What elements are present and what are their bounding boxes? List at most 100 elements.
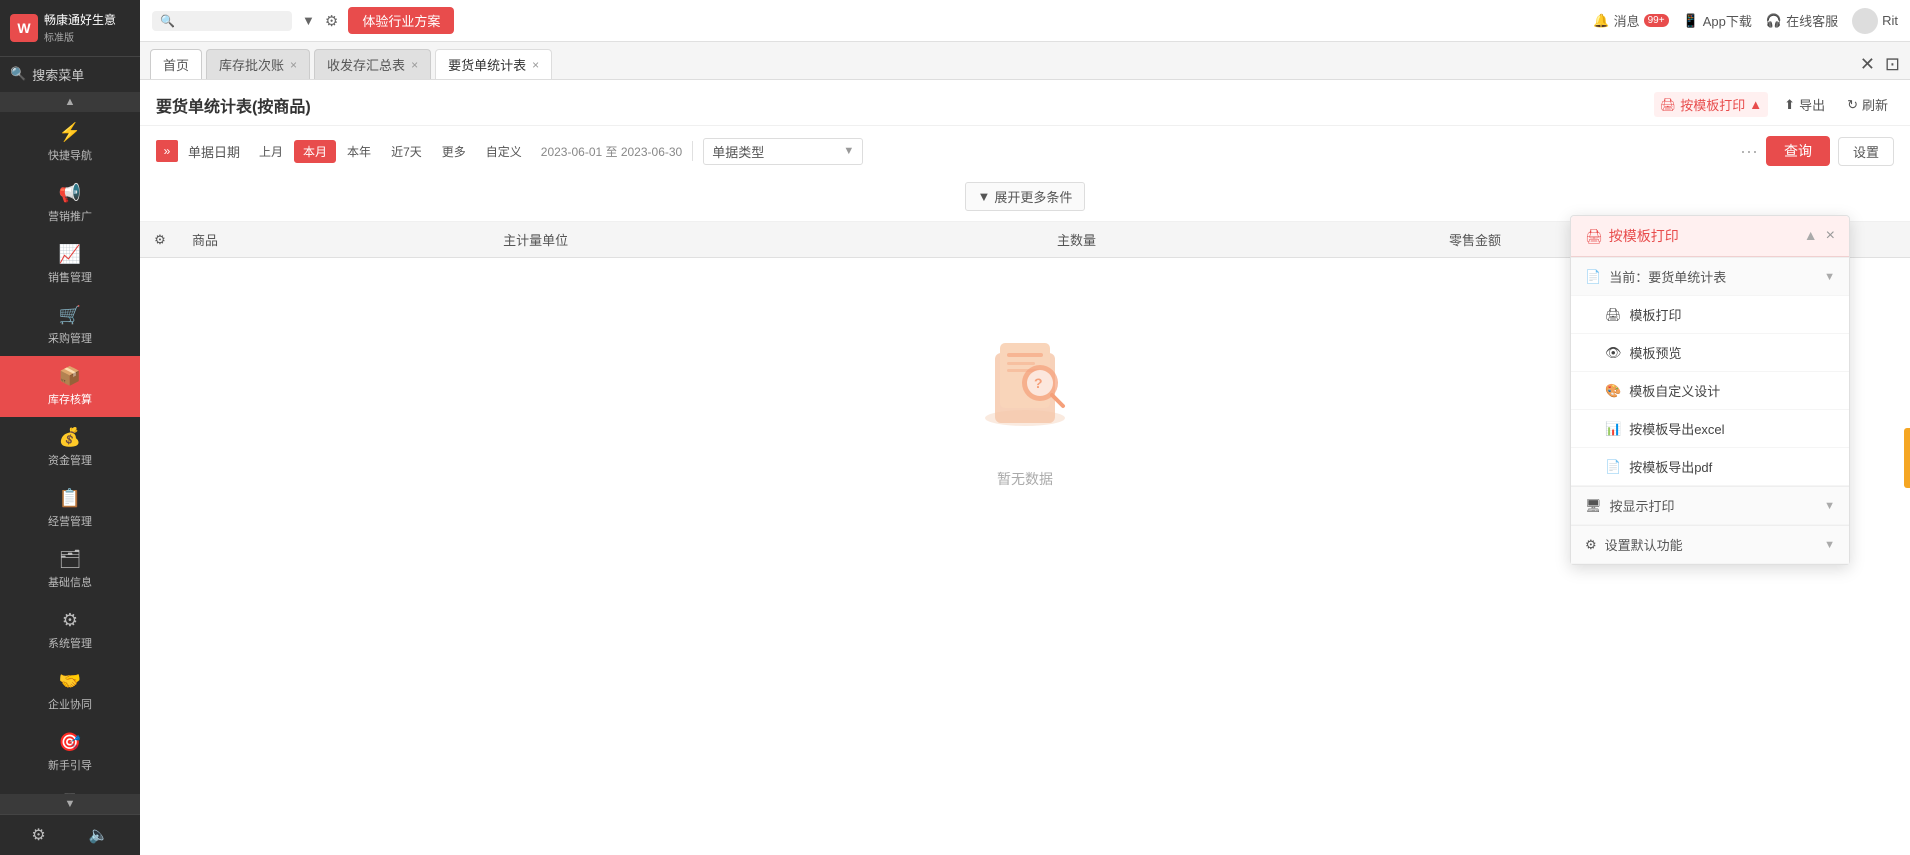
finance-icon: 💰: [59, 427, 81, 448]
expand-more-btn[interactable]: ▼ 展开更多条件: [965, 182, 1086, 211]
date-btn-this-year[interactable]: 本年: [338, 140, 380, 163]
headset-icon: 🎧: [1766, 13, 1782, 29]
tab-home[interactable]: 首页: [150, 49, 202, 79]
sidebar-item-finance[interactable]: 💰 资金管理: [0, 417, 140, 478]
date-btn-this-month[interactable]: 本月: [294, 140, 336, 163]
print-dropdown: 🖨 按模板打印 ▲ × 📄 当前：要货单统计表 ▼ 🖨: [1570, 215, 1850, 565]
sidebar-item-inventory[interactable]: 📦 库存核算: [0, 356, 140, 417]
purchase-icon: 🛒: [59, 305, 81, 326]
tab-order-statistics[interactable]: 要货单统计表 ×: [435, 49, 552, 79]
search-label: 搜索菜单: [32, 65, 84, 84]
app-tag: 标准版: [44, 29, 116, 44]
template-export-excel-item[interactable]: 📊 按模板导出excel: [1571, 410, 1849, 448]
template-print-icon: 🖨: [1605, 307, 1622, 323]
user-name: Rit: [1882, 13, 1898, 28]
sidebar-scroll-up[interactable]: ▲: [0, 92, 140, 112]
right-resizer[interactable]: [1904, 428, 1910, 488]
quick-nav-icon: ⚡: [59, 122, 81, 143]
sidebar-item-sales[interactable]: 📈 销售管理: [0, 234, 140, 295]
print-dropdown-close-btn[interactable]: ×: [1826, 227, 1835, 245]
app-download-label: App下载: [1703, 11, 1752, 30]
filter-expand-btn[interactable]: »: [156, 140, 178, 162]
template-preview-item[interactable]: 👁 模板预览: [1571, 334, 1849, 372]
sidebar-item-quick-nav[interactable]: ⚡ 快捷导航: [0, 112, 140, 173]
filter-row-1: » 单据日期 上月 本月 本年 近7天 更多 自定义 2023-06-01 至 …: [156, 136, 1894, 166]
sidebar-item-operation[interactable]: 📋 经营管理: [0, 478, 140, 539]
window-close-btn[interactable]: ✕: [1860, 54, 1875, 75]
sidebar-search[interactable]: 🔍 搜索菜单: [0, 57, 140, 92]
sidebar-item-marketing[interactable]: 📢 营销推广: [0, 173, 140, 234]
date-btn-last-month[interactable]: 上月: [250, 140, 292, 163]
search-icon: 🔍: [10, 66, 26, 82]
sidebar-scroll-down[interactable]: ▼: [0, 794, 140, 814]
export-icon: ⬆: [1784, 97, 1795, 113]
tab-stock-batch-label: 库存批次账: [219, 55, 284, 74]
sidebar-item-newbie[interactable]: 🎯 新手引导: [0, 722, 140, 783]
template-custom-icon: 🎨: [1605, 383, 1621, 399]
sidebar-settings-btn[interactable]: ⚙: [31, 825, 45, 845]
current-template-label: 当前：要货单统计表: [1609, 267, 1726, 286]
template-print-item[interactable]: 🖨 模板打印: [1571, 296, 1849, 334]
tab-bar: 首页 库存批次账 × 收发存汇总表 × 要货单统计表 × ✕ ⊡: [140, 42, 1910, 80]
col-settings[interactable]: ⚙: [140, 222, 180, 258]
date-filter-label: 单据日期: [188, 142, 240, 161]
topbar-search[interactable]: 🔍: [152, 11, 292, 31]
set-default-item[interactable]: ⚙ 设置默认功能 ▼: [1571, 525, 1849, 564]
date-btn-custom[interactable]: 自定义: [477, 140, 531, 163]
date-btn-more[interactable]: 更多: [433, 140, 475, 163]
svg-text:?: ?: [1034, 375, 1043, 391]
tab-order-statistics-label: 要货单统计表: [448, 55, 526, 74]
print-dropdown-expand-btn[interactable]: ▲: [1804, 227, 1818, 245]
date-buttons: 上月 本月 本年 近7天 更多 自定义: [250, 140, 531, 163]
template-custom-item[interactable]: 🎨 模板自定义设计: [1571, 372, 1849, 410]
sidebar-item-app-center[interactable]: 📱 应用中心: [0, 783, 140, 794]
marketing-icon: 📢: [59, 183, 81, 204]
app-download-button[interactable]: 📱 App下载: [1683, 11, 1752, 30]
online-service-button[interactable]: 🎧 在线客服: [1766, 11, 1838, 30]
filter-settings-button[interactable]: 设置: [1838, 137, 1894, 166]
messages-button[interactable]: 🔔 消息 99+: [1593, 11, 1668, 30]
sidebar-item-system[interactable]: ⚙ 系统管理: [0, 600, 140, 661]
current-template-item[interactable]: 📄 当前：要货单统计表 ▼: [1571, 257, 1849, 296]
topbar-dropdown-icon[interactable]: ▼: [302, 13, 315, 28]
window-maximize-btn[interactable]: ⊡: [1885, 54, 1900, 75]
date-btn-7days[interactable]: 近7天: [382, 140, 431, 163]
user-avatar-button[interactable]: Rit: [1852, 8, 1898, 34]
sidebar-bottom: ⚙ 🔈: [0, 814, 140, 855]
refresh-button[interactable]: ↻ 刷新: [1841, 92, 1894, 117]
tab-stock-batch[interactable]: 库存批次账 ×: [206, 49, 310, 79]
enterprise-icon: 🤝: [59, 671, 81, 692]
filter-divider: [692, 141, 693, 161]
filter-right: ··· 查询 设置: [1740, 136, 1894, 166]
sidebar-item-basic-info[interactable]: 🗂 基础信息: [0, 539, 140, 600]
sidebar-item-enterprise[interactable]: 🤝 企业协同: [0, 661, 140, 722]
sales-icon: 📈: [59, 244, 81, 265]
more-options-icon[interactable]: ···: [1740, 141, 1758, 162]
messages-label: 消息: [1614, 11, 1640, 30]
print-button[interactable]: 🖨 按模板打印 ▲: [1654, 92, 1768, 117]
sidebar-sound-btn[interactable]: 🔈: [89, 825, 109, 845]
tab-stock-batch-close[interactable]: ×: [290, 58, 297, 72]
query-button[interactable]: 查询: [1766, 136, 1830, 166]
template-export-pdf-item[interactable]: 📄 按模板导出pdf: [1571, 448, 1849, 486]
trial-button[interactable]: 体验行业方案: [348, 7, 454, 34]
sidebar-item-purchase[interactable]: 🛒 采购管理: [0, 295, 140, 356]
tab-order-statistics-close[interactable]: ×: [532, 58, 539, 72]
topbar-gear-icon[interactable]: ⚙: [325, 12, 338, 30]
print-chevron-up: ▲: [1749, 97, 1762, 112]
col-goods: 商品: [180, 222, 491, 258]
col-quantity: 主数量: [1045, 222, 1437, 258]
printer-icon: 🖨: [1660, 97, 1677, 113]
purchase-label: 采购管理: [48, 330, 92, 346]
page-header: 要货单统计表(按商品) 🖨 按模板打印 ▲ ⬆ 导出 ↻ 刷新: [140, 80, 1910, 126]
topbar-right: 🔔 消息 99+ 📱 App下载 🎧 在线客服 Rit: [1593, 8, 1898, 34]
enterprise-label: 企业协同: [48, 696, 92, 712]
tab-receivable-summary[interactable]: 收发存汇总表 ×: [314, 49, 431, 79]
display-print-item[interactable]: 🖥 按显示打印 ▼: [1571, 486, 1849, 525]
export-button[interactable]: ⬆ 导出: [1778, 92, 1831, 117]
order-type-select[interactable]: 单据类型 ▼: [703, 138, 863, 165]
basic-info-icon: 🗂: [59, 549, 82, 570]
tab-home-label: 首页: [163, 55, 189, 74]
tab-receivable-close[interactable]: ×: [411, 58, 418, 72]
messages-badge: 99+: [1644, 14, 1669, 27]
